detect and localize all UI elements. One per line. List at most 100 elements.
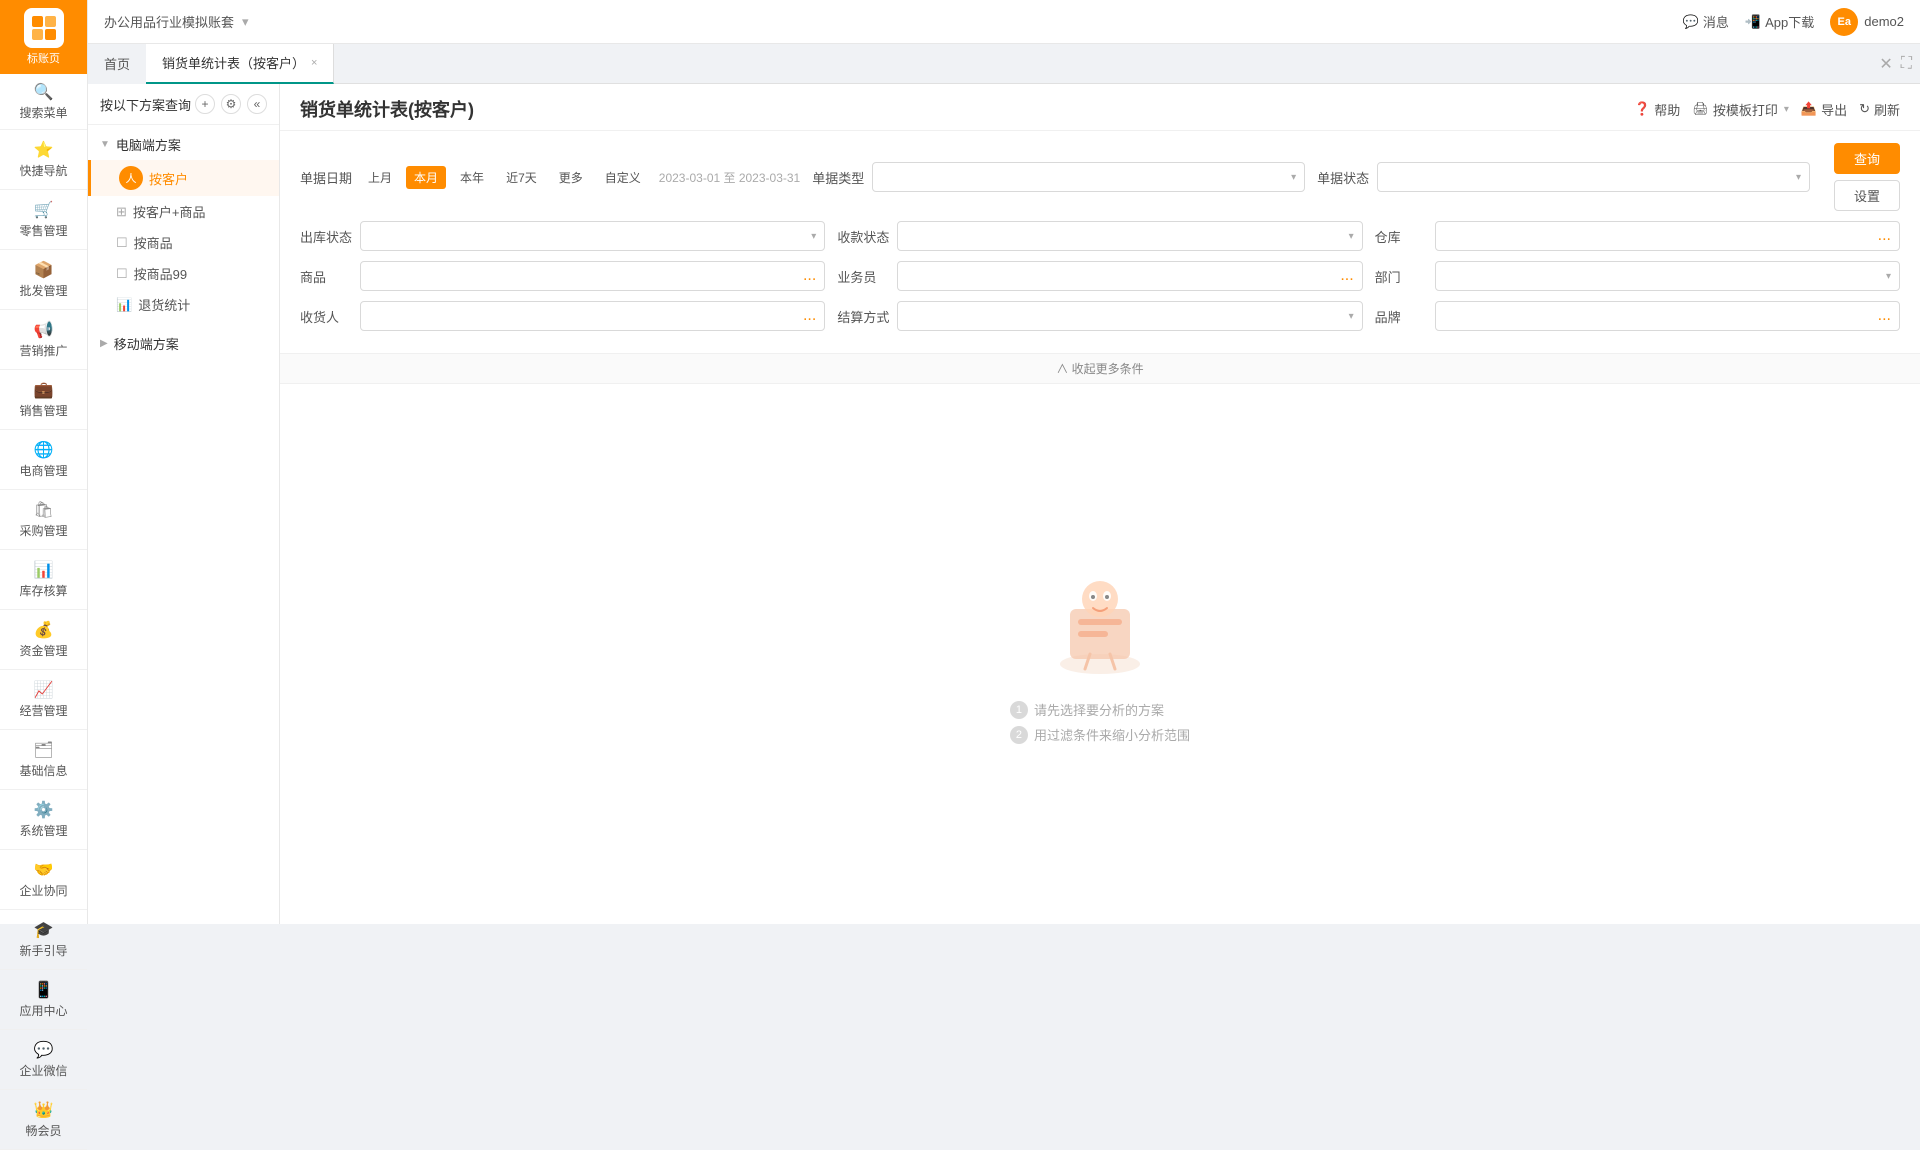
warehouse-dots[interactable]: ... (1878, 227, 1891, 245)
collapse-bar[interactable]: ∧ 收起更多条件 (280, 353, 1920, 384)
sidebar-search[interactable]: 🔍 搜索菜单 (0, 74, 87, 130)
scheme-item-customer-product[interactable]: ⊞ 按客户+商品 (88, 196, 279, 227)
sidebar-item-marketing[interactable]: 📢 营销推广 (0, 310, 87, 370)
sidebar-item-inventory[interactable]: 📊 库存核算 (0, 550, 87, 610)
export-label: 导出 (1821, 100, 1847, 119)
header-dropdown-icon[interactable]: ▾ (242, 14, 249, 30)
refresh-btn[interactable]: ↻ 刷新 (1859, 100, 1900, 119)
settlement-input[interactable]: ▾ (897, 301, 1362, 331)
filter-row-3: 商品 ... 业务员 ... 部门 (300, 261, 1900, 291)
brand-label: 品牌 (1375, 307, 1427, 326)
scheme-return-stats-label: 退货统计 (138, 295, 190, 314)
avatar: Ea (1830, 8, 1858, 36)
sidebar-item-finance[interactable]: 💰 资金管理 (0, 610, 87, 670)
print-dropdown-icon[interactable]: ▾ (1784, 104, 1789, 115)
message-btn[interactable]: 💬 消息 (1683, 12, 1729, 31)
staff-input[interactable]: ... (897, 261, 1362, 291)
brand-dots[interactable]: ... (1878, 307, 1891, 325)
scheme-panel-actions: + ⚙ « (195, 94, 267, 114)
sidebar: 标账页 🔍 搜索菜单 ⭐ 快捷导航 🛒 零售管理 📦 批发管理 📢 营销推广 💼… (0, 0, 88, 924)
product99-icon: ☐ (116, 266, 128, 282)
export-btn[interactable]: 📤 导出 (1801, 100, 1847, 119)
maximize-icon[interactable]: ⛶ (1901, 55, 1912, 73)
sidebar-logo[interactable]: 标账页 (0, 0, 87, 74)
date-btn-custom[interactable]: 自定义 (597, 166, 649, 189)
newbie-label: 新手引导 (4, 942, 83, 959)
desktop-group-label: 电脑端方案 (116, 135, 181, 154)
recipient-input[interactable]: ... (360, 301, 825, 331)
scheme-customer-label: 按客户 (149, 169, 188, 188)
scheme-collapse-btn[interactable]: « (247, 94, 267, 114)
department-label: 部门 (1375, 267, 1427, 286)
sidebar-item-member[interactable]: 👑 畅会员 (0, 1090, 87, 1150)
payment-status-input[interactable]: ▾ (897, 221, 1362, 251)
user-profile-btn[interactable]: Ea demo2 (1830, 8, 1904, 36)
operations-label: 经营管理 (4, 702, 83, 719)
help-btn[interactable]: ❓ 帮助 (1634, 100, 1680, 119)
sidebar-item-newbie[interactable]: 🎓 新手引导 (0, 910, 87, 970)
date-btn-this-year[interactable]: 本年 (452, 166, 492, 189)
tab-window-controls: ✕ ⛶ (1879, 54, 1912, 74)
scheme-item-return-stats[interactable]: 📊 退货统计 (88, 289, 279, 320)
recipient-dots[interactable]: ... (803, 307, 816, 325)
order-status-input[interactable]: ▾ (1377, 162, 1810, 192)
print-btn[interactable]: 🖨 按模板打印 ▾ (1692, 100, 1789, 119)
sidebar-item-basic[interactable]: 🗂 基础信息 (0, 730, 87, 790)
product-input[interactable]: ... (360, 261, 825, 291)
right-panel: 销货单统计表(按客户) ❓ 帮助 🖨 按模板打印 ▾ 📤 导出 (280, 84, 1920, 924)
sidebar-item-wholesale[interactable]: 📦 批发管理 (0, 250, 87, 310)
sidebar-item-enterprise[interactable]: 🤝 企业协同 (0, 850, 87, 910)
scheme-item-product99[interactable]: ☐ 按商品99 (88, 258, 279, 289)
staff-dots[interactable]: ... (1340, 267, 1353, 285)
settlement-arrow: ▾ (1349, 311, 1354, 322)
page-header: 销货单统计表(按客户) ❓ 帮助 🖨 按模板打印 ▾ 📤 导出 (280, 84, 1920, 131)
sidebar-item-wechat[interactable]: 💬 企业微信 (0, 1030, 87, 1090)
tab-sales-stats[interactable]: 销货单统计表（按客户） × (146, 44, 334, 84)
mobile-group-arrow: ▶ (100, 338, 108, 349)
brand-input[interactable]: ... (1435, 301, 1900, 331)
date-btn-this-month[interactable]: 本月 (406, 166, 446, 189)
department-input[interactable]: ▾ (1435, 261, 1900, 291)
customer-product-icon: ⊞ (116, 204, 127, 220)
inventory-label: 库存核算 (4, 582, 83, 599)
top-header: 办公用品行业模拟账套 ▾ 💬 消息 📲 App下载 Ea demo2 (88, 0, 1920, 44)
date-btn-last-7-days[interactable]: 近7天 (498, 166, 545, 189)
help-icon: ❓ (1634, 101, 1650, 117)
filter-department: 部门 ▾ (1375, 261, 1900, 291)
mobile-group-header[interactable]: ▶ 移动端方案 (88, 328, 279, 359)
product-dots[interactable]: ... (803, 267, 816, 285)
out-status-arrow: ▾ (811, 231, 816, 242)
sidebar-item-retail[interactable]: 🛒 零售管理 (0, 190, 87, 250)
scheme-settings-btn[interactable]: ⚙ (221, 94, 241, 114)
warehouse-input[interactable]: ... (1435, 221, 1900, 251)
app-download-btn[interactable]: 📲 App下载 (1745, 12, 1814, 31)
filter-settlement: 结算方式 ▾ (837, 301, 1362, 331)
query-button[interactable]: 查询 (1834, 143, 1900, 174)
order-status-label: 单据状态 (1317, 168, 1369, 187)
sidebar-item-shortcut[interactable]: ⭐ 快捷导航 (0, 130, 87, 190)
filter-out-status: 出库状态 ▾ (300, 221, 825, 251)
sidebar-item-operations[interactable]: 📈 经营管理 (0, 670, 87, 730)
sidebar-item-sales[interactable]: 💼 销售管理 (0, 370, 87, 430)
tip-num-2: 2 (1010, 726, 1028, 744)
tab-home[interactable]: 首页 (88, 44, 146, 84)
tip-text-2: 用过滤条件来缩小分析范围 (1034, 725, 1190, 744)
sidebar-item-purchase[interactable]: 🛍 采购管理 (0, 490, 87, 550)
logo-icon (24, 8, 64, 48)
sidebar-item-system[interactable]: ⚙️ 系统管理 (0, 790, 87, 850)
app-center-label: 应用中心 (4, 1002, 83, 1019)
date-btn-more[interactable]: 更多 (551, 166, 591, 189)
out-status-input[interactable]: ▾ (360, 221, 825, 251)
product-label: 商品 (300, 267, 352, 286)
sidebar-item-ecommerce[interactable]: 🌐 电商管理 (0, 430, 87, 490)
date-btn-last-month[interactable]: 上月 (360, 166, 400, 189)
order-type-input[interactable]: ▾ (872, 162, 1305, 192)
scheme-item-product[interactable]: ☐ 按商品 (88, 227, 279, 258)
close-window-icon[interactable]: ✕ (1879, 54, 1892, 74)
scheme-item-customer[interactable]: 人 按客户 (88, 160, 279, 196)
desktop-group-header[interactable]: ▼ 电脑端方案 (88, 129, 279, 160)
sidebar-item-app-center[interactable]: 📱 应用中心 (0, 970, 87, 1030)
add-scheme-btn[interactable]: + (195, 94, 215, 114)
settings-button[interactable]: 设置 (1834, 180, 1900, 211)
tab-close-icon[interactable]: × (311, 57, 317, 69)
